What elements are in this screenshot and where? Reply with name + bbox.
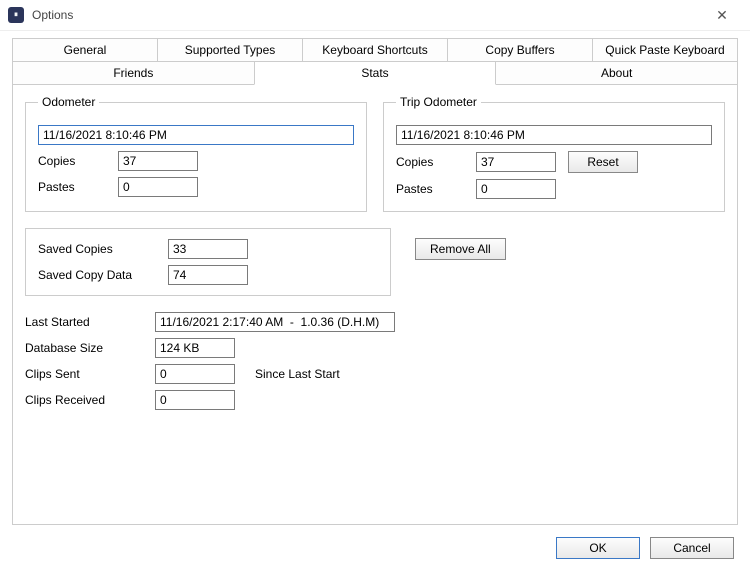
- trip-odometer-group: Trip Odometer Copies Reset Pastes: [383, 95, 725, 212]
- database-size-value[interactable]: [155, 338, 235, 358]
- clips-sent-value[interactable]: [155, 364, 235, 384]
- cancel-button[interactable]: Cancel: [650, 537, 734, 559]
- last-started-label: Last Started: [25, 315, 155, 329]
- clips-sent-label: Clips Sent: [25, 367, 155, 381]
- trip-pastes-label: Pastes: [396, 182, 476, 196]
- saved-copies-value[interactable]: [168, 239, 248, 259]
- database-size-label: Database Size: [25, 341, 155, 355]
- tab-about[interactable]: About: [495, 62, 738, 85]
- saved-copy-data-label: Saved Copy Data: [38, 268, 168, 282]
- ok-button[interactable]: OK: [556, 537, 640, 559]
- odometer-copies-value[interactable]: [118, 151, 198, 171]
- info-block: Last Started Database Size Clips Sent Si…: [25, 312, 725, 410]
- trip-timestamp[interactable]: [396, 125, 712, 145]
- tab-quick-paste-keyboard[interactable]: Quick Paste Keyboard: [592, 38, 738, 62]
- since-last-start-label: Since Last Start: [255, 367, 340, 381]
- odometer-group: Odometer Copies Pastes: [25, 95, 367, 212]
- options-window: ⏸ Options ✕ General Supported Types Keyb…: [0, 0, 750, 571]
- titlebar: ⏸ Options ✕: [0, 0, 750, 31]
- stats-panel: Odometer Copies Pastes Trip Odometer: [12, 85, 738, 525]
- trip-copies-value[interactable]: [476, 152, 556, 172]
- trip-copies-label: Copies: [396, 155, 476, 169]
- trip-legend: Trip Odometer: [396, 95, 481, 109]
- saved-copies-label: Saved Copies: [38, 242, 168, 256]
- tab-friends[interactable]: Friends: [12, 62, 255, 85]
- window-body: General Supported Types Keyboard Shortcu…: [0, 30, 750, 571]
- app-icon: ⏸: [8, 7, 24, 23]
- odometer-pastes-label: Pastes: [38, 180, 118, 194]
- odometer-legend: Odometer: [38, 95, 99, 109]
- clips-received-label: Clips Received: [25, 393, 155, 407]
- trip-pastes-value[interactable]: [476, 179, 556, 199]
- clips-received-value[interactable]: [155, 390, 235, 410]
- odometer-pastes-value[interactable]: [118, 177, 198, 197]
- odometer-copies-label: Copies: [38, 154, 118, 168]
- odometer-timestamp[interactable]: [38, 125, 354, 145]
- tab-keyboard-shortcuts[interactable]: Keyboard Shortcuts: [302, 38, 448, 62]
- window-title: Options: [32, 0, 702, 30]
- tab-copy-buffers[interactable]: Copy Buffers: [447, 38, 593, 62]
- reset-button[interactable]: Reset: [568, 151, 638, 173]
- app-icon-glyph: ⏸: [14, 11, 18, 19]
- remove-all-button[interactable]: Remove All: [415, 238, 506, 260]
- tab-stats[interactable]: Stats: [254, 62, 497, 85]
- last-started-value[interactable]: [155, 312, 395, 332]
- dialog-footer: OK Cancel: [556, 537, 734, 559]
- tab-strip: General Supported Types Keyboard Shortcu…: [12, 38, 738, 85]
- tab-general[interactable]: General: [12, 38, 158, 62]
- close-icon[interactable]: ✕: [702, 0, 742, 30]
- tab-supported-types[interactable]: Supported Types: [157, 38, 303, 62]
- saved-copy-data-value[interactable]: [168, 265, 248, 285]
